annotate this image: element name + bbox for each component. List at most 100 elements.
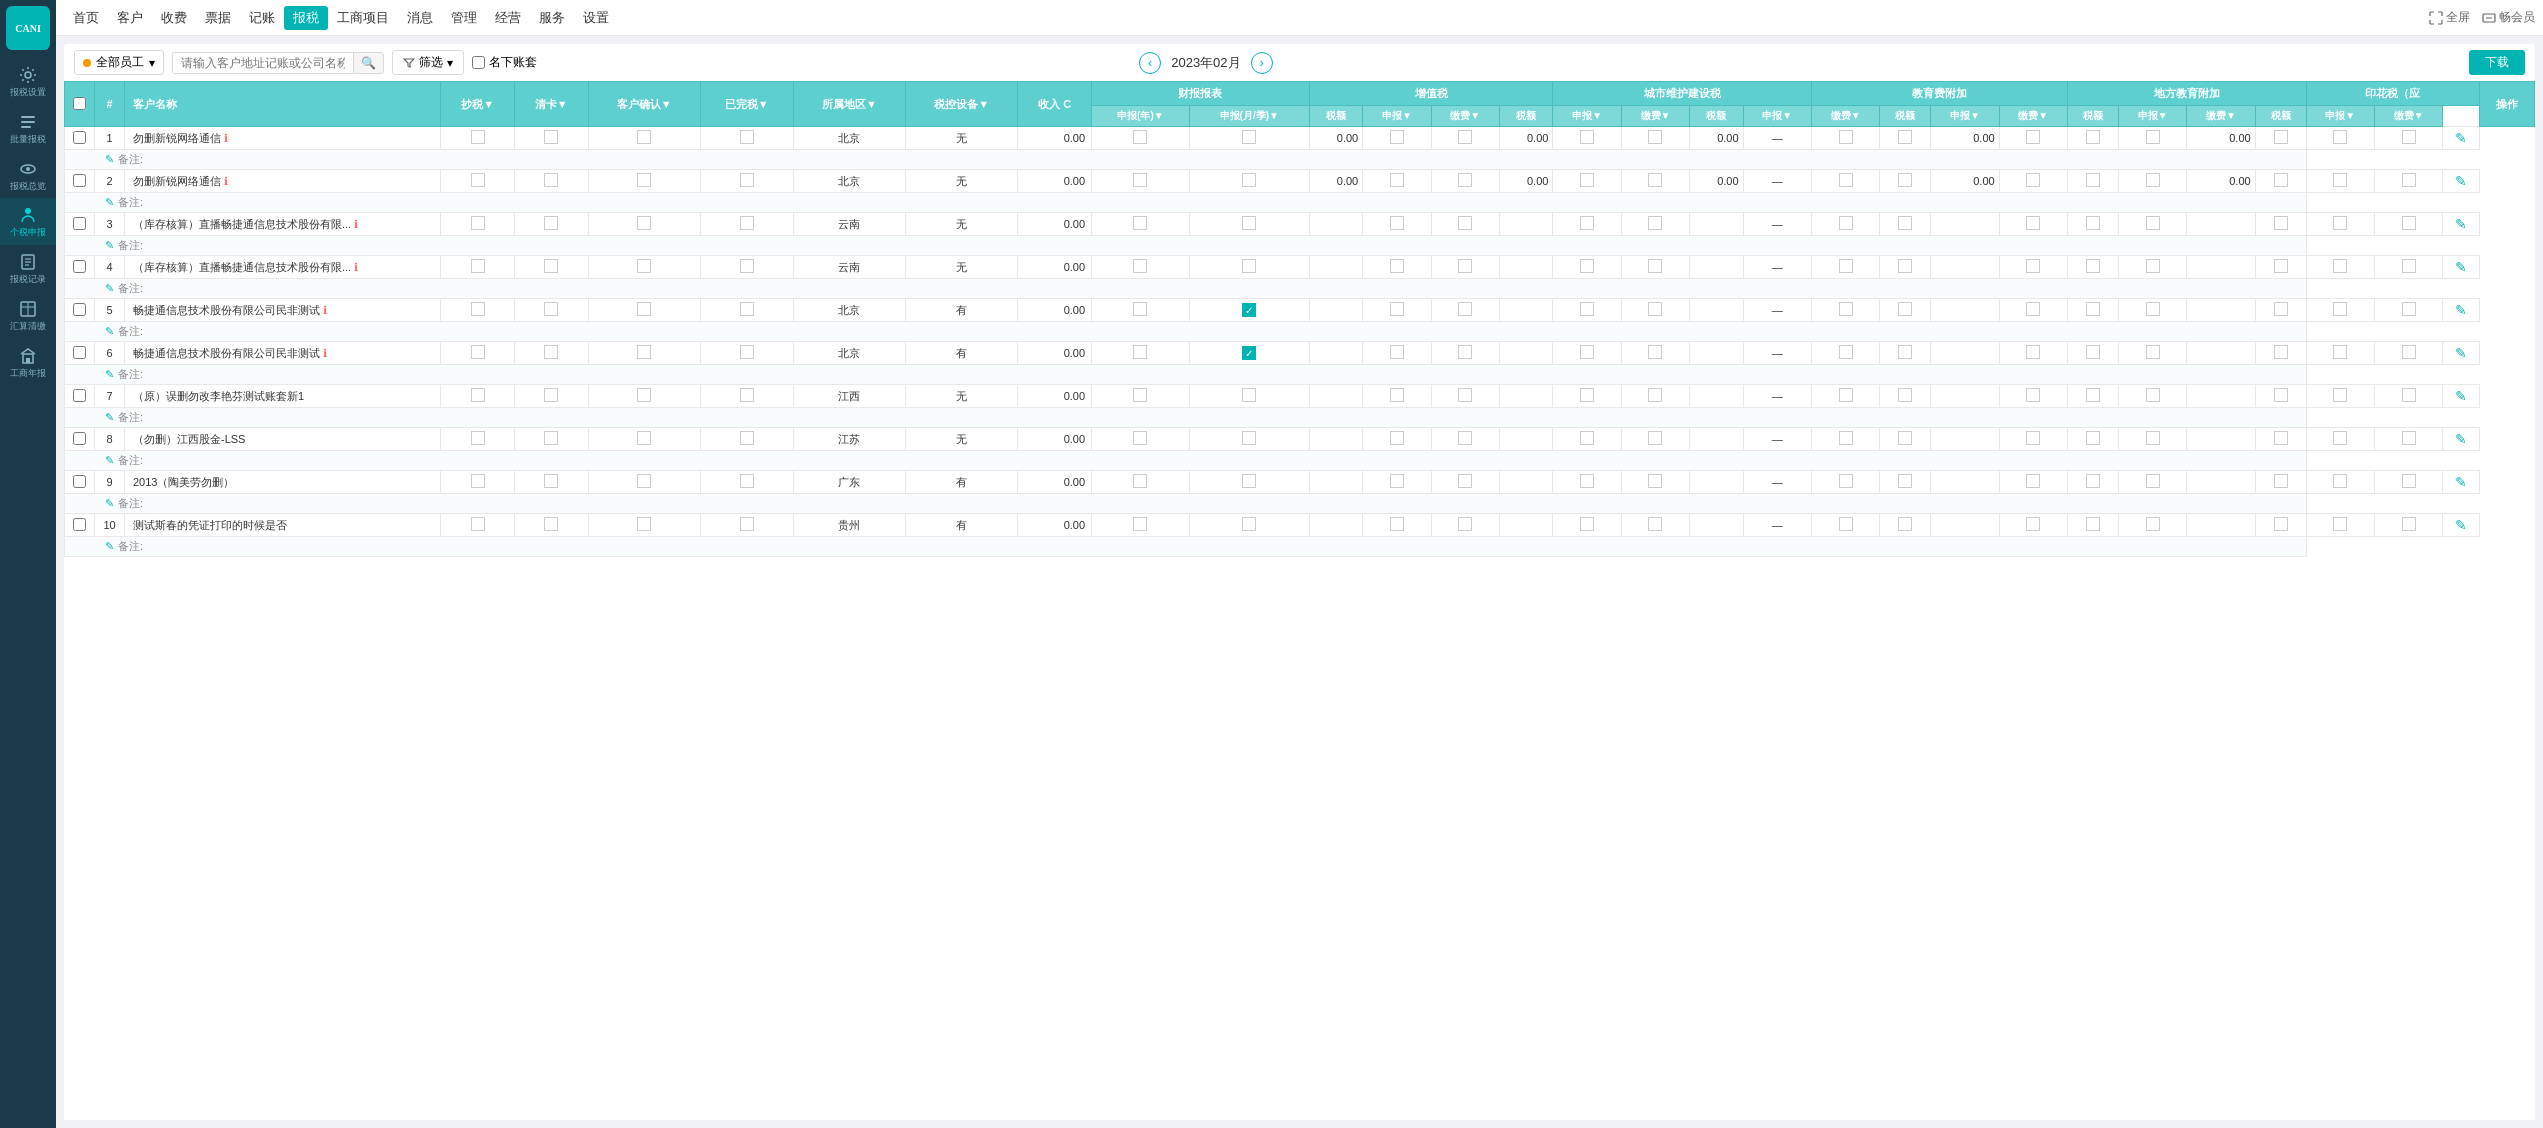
list-icon [18,112,38,132]
eye-icon [18,159,38,179]
svg-rect-1 [21,116,35,118]
table-row: 92013（陶美劳勿删）广东有0.00—✎ [65,471,2535,494]
sidebar: CANI 报税设置 批量报税 报税总览 个税申报 报税记录 汇算清缴 [0,0,56,1128]
customer-name: 勿删新锐网络通信 [133,175,221,187]
current-date: 2023年02月 [1171,54,1240,72]
row-num: 7 [106,390,112,402]
income-value: 无 [956,218,967,230]
topnav-item-piaoju[interactable]: 票据 [196,6,240,30]
edit-icon[interactable]: ✎ [2455,345,2467,361]
sidebar-item-baoshuishezhi[interactable]: 报税设置 [0,58,56,105]
note-edit-icon[interactable]: ✎ [105,325,114,337]
sidebar-item-baoshuizonglan[interactable]: 报税总览 [0,152,56,199]
checkbox-label-minxia[interactable]: 名下账套 [472,54,537,71]
search-input[interactable] [173,53,353,73]
topnav-item-fuwu[interactable]: 服务 [530,6,574,30]
edit-icon[interactable]: ✎ [2455,216,2467,232]
search-btn[interactable]: 🔍 [353,53,383,73]
income-value: 无 [956,261,967,273]
note-label: 备注: [118,325,143,337]
edit-icon[interactable]: ✎ [2455,388,2467,404]
topnav-item-xiaoxi[interactable]: 消息 [398,6,442,30]
select-all-checkbox[interactable] [73,97,86,110]
fullscreen-btn[interactable]: 全屏 [2429,9,2470,26]
filter-btn[interactable]: 筛选 ▾ [392,50,464,75]
note-edit-icon[interactable]: ✎ [105,239,114,251]
note-label: 备注: [118,239,143,251]
note-row: ✎备注: [65,193,2535,213]
employee-filter-select[interactable]: 全部员工 ▾ [74,50,164,75]
edit-icon[interactable]: ✎ [2455,517,2467,533]
sidebar-item-gongshangnianbao[interactable]: 工商年报 [0,339,56,386]
note-edit-icon[interactable]: ✎ [105,497,114,509]
sidebar-item-baoshuijilu[interactable]: 报税记录 [0,245,56,292]
amount-value: 0.00 [1064,175,1085,187]
th-jiaoyufujia: 教育费附加 [1811,82,2067,106]
topnav-item-kehu[interactable]: 客户 [108,6,152,30]
income-value: 无 [956,433,967,445]
row-num: 9 [106,476,112,488]
edit-icon[interactable]: ✎ [2455,173,2467,189]
income-value: 无 [956,175,967,187]
area-value: 广东 [838,476,860,488]
download-btn[interactable]: 下载 [2469,50,2525,75]
topnav: 首页 客户 收费 票据 记账 报税 工商项目 消息 管理 经营 服务 设置 全屏… [56,0,2543,36]
note-edit-icon[interactable]: ✎ [105,368,114,380]
topnav-item-gongshang[interactable]: 工商项目 [328,6,398,30]
note-row: ✎备注: [65,537,2535,557]
note-edit-icon[interactable]: ✎ [105,282,114,294]
sidebar-item-huisuanqingjiao[interactable]: 汇算清缴 [0,292,56,339]
edit-icon[interactable]: ✎ [2455,431,2467,447]
edit-icon[interactable]: ✎ [2455,130,2467,146]
note-edit-icon[interactable]: ✎ [105,454,114,466]
topnav-item-shezhi[interactable]: 设置 [574,6,618,30]
minxia-checkbox[interactable] [472,56,485,69]
prev-month-btn[interactable]: ‹ [1139,52,1161,74]
note-cell: ✎备注: [65,537,2307,557]
customer-name-cell: 畅捷通信息技术股份有限公司民非测试 ℹ [125,299,441,322]
note-edit-icon[interactable]: ✎ [105,540,114,552]
sidebar-item-label2: 批量报税 [10,134,46,145]
topnav-item-baoshui[interactable]: 报税 [284,6,328,30]
note-label: 备注: [118,368,143,380]
th-city-tax2: 申报▼ [1743,106,1811,127]
customer-name: （原）误删勿改李艳芬测试账套新1 [133,390,304,402]
note-edit-icon[interactable]: ✎ [105,196,114,208]
topnav-item-jingying[interactable]: 经营 [486,6,530,30]
note-row: ✎ 备注: [65,322,2535,342]
note-edit-icon[interactable]: ✎ [105,153,114,165]
note-edit-icon[interactable]: ✎ [105,411,114,423]
topnav-item-home[interactable]: 首页 [64,6,108,30]
warning-icon: ℹ [354,218,358,230]
note-cell: ✎ 备注: [65,322,2307,342]
topnav-item-guanli[interactable]: 管理 [442,6,486,30]
member-btn[interactable]: 畅会员 [2482,9,2535,26]
th-caibao: 财报报表 [1092,82,1310,106]
edit-icon[interactable]: ✎ [2455,302,2467,318]
topnav-item-jizhang[interactable]: 记账 [240,6,284,30]
th-yinhuashui: 印花税（应 [2306,82,2480,106]
sidebar-logo[interactable]: CANI [6,6,50,50]
sidebar-item-piliangbaoshui[interactable]: 批量报税 [0,105,56,152]
note-label: 备注: [118,454,143,466]
edit-icon[interactable]: ✎ [2455,259,2467,275]
th-qingka: 清卡▼ [514,82,588,127]
row-num: 6 [106,347,112,359]
edit-icon[interactable]: ✎ [2455,474,2467,490]
sidebar-item-geshuishenbao[interactable]: 个税申报 [0,198,56,245]
amount-value: 0.00 [1064,390,1085,402]
svg-rect-3 [21,126,31,128]
filter-chevron: ▾ [447,56,453,70]
person-icon [18,205,38,225]
th-edu-shen: 缴费▼ [1811,106,1879,127]
area-value: 云南 [838,261,860,273]
customer-name-cell: 勿删新锐网络通信 ℹ [125,127,441,150]
next-month-btn[interactable]: › [1251,52,1273,74]
building-icon [18,346,38,366]
table-row: 7（原）误删勿改李艳芬测试账套新1江西无0.00—✎ [65,385,2535,408]
area-value: 江西 [838,390,860,402]
note-row: ✎备注: [65,279,2535,299]
topnav-item-shoufei[interactable]: 收费 [152,6,196,30]
customer-name: （勿删）江西股金-LSS [133,433,245,445]
table-container[interactable]: # 客户名称 抄税▼ 清卡▼ 客户确认▼ 已完税▼ 所属地区▼ 税控设备▼ 收入… [64,81,2535,1120]
